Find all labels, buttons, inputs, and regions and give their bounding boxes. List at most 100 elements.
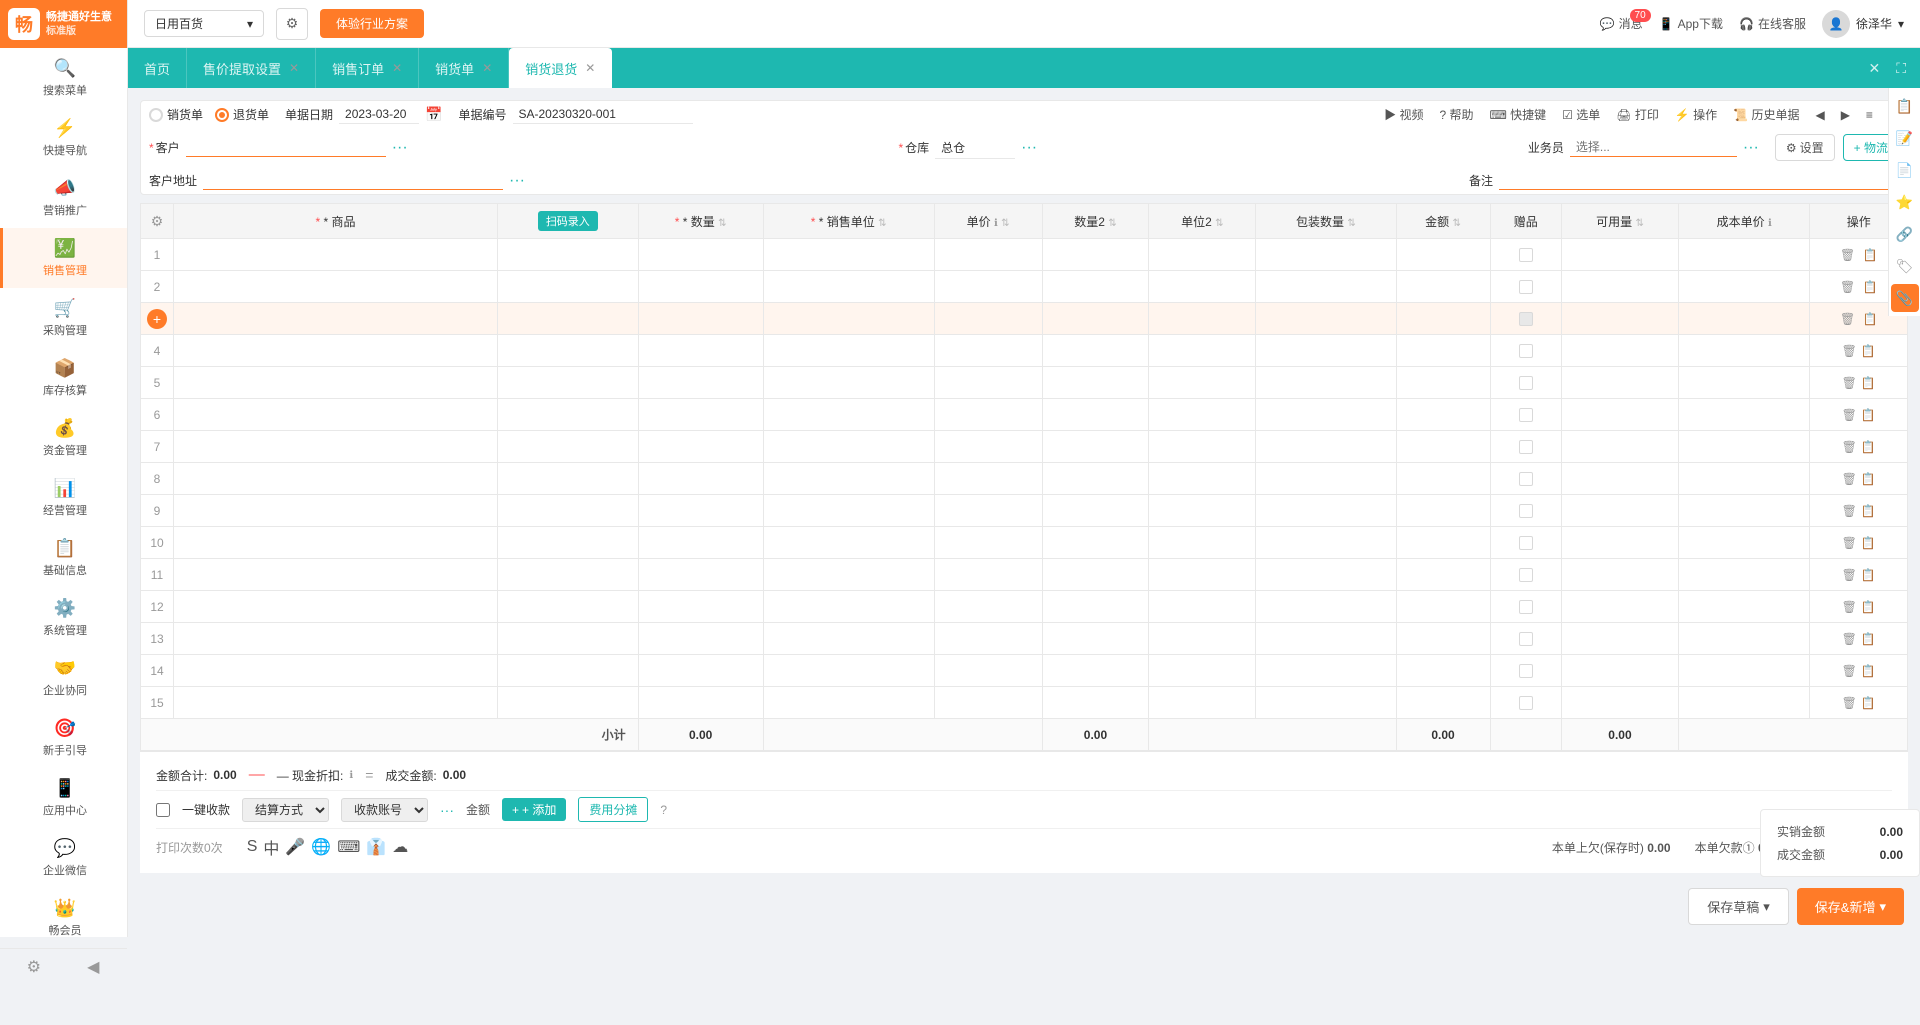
unit-cell[interactable] <box>763 303 934 335</box>
copy-btn[interactable]: 📋 <box>1861 632 1876 646</box>
sort-icon[interactable]: ⇅ <box>1635 218 1643 229</box>
tool3-icon[interactable]: 🌐 <box>311 837 331 857</box>
copy-btn[interactable]: 📋 <box>1861 664 1876 678</box>
staff-input[interactable] <box>1570 138 1737 157</box>
gift-checkbox[interactable] <box>1519 408 1533 422</box>
gift-checkbox[interactable] <box>1519 312 1533 326</box>
delete-btn[interactable]: 🗑 <box>1840 248 1855 262</box>
tool6-icon[interactable]: ☁ <box>392 837 408 857</box>
remark-input[interactable] <box>1499 171 1899 190</box>
col-gear[interactable]: ⚙ <box>141 204 174 239</box>
account-select-btn[interactable]: ··· <box>440 802 454 818</box>
fullscreen-btn[interactable]: ⛶ <box>1890 58 1912 79</box>
select-btn[interactable]: ☑ 选单 <box>1562 106 1600 123</box>
tab-home[interactable]: 首页 <box>128 48 187 88</box>
gift-checkbox[interactable] <box>1519 536 1533 550</box>
copy-btn[interactable]: 📋 <box>1863 280 1878 294</box>
next-btn[interactable]: ▶ <box>1841 108 1850 122</box>
qty2-cell[interactable] <box>1042 239 1149 271</box>
gift-checkbox[interactable] <box>1519 376 1533 390</box>
sidebar-item-search[interactable]: 🔍 搜索菜单 <box>0 48 127 108</box>
customer-select-btn[interactable]: ··· <box>392 139 408 157</box>
prev-btn[interactable]: ◀ <box>1815 108 1824 122</box>
tab-sales-return[interactable]: 销货退货 ✕ <box>509 48 612 88</box>
price-cell[interactable] <box>934 271 1042 303</box>
copy-btn[interactable]: 📋 <box>1863 248 1878 262</box>
unit2-cell[interactable] <box>1149 303 1256 335</box>
save-draft-btn[interactable]: 保存草稿 ▾ <box>1688 888 1789 925</box>
right-icon-3[interactable]: 📄 <box>1891 156 1919 184</box>
gift-checkbox[interactable] <box>1519 344 1533 358</box>
gift-checkbox[interactable] <box>1519 664 1533 678</box>
sidebar-item-system[interactable]: ⚙️ 系统管理 <box>0 588 127 648</box>
gift-checkbox[interactable] <box>1519 472 1533 486</box>
delete-btn[interactable]: 🗑 <box>1842 632 1857 646</box>
unit2-cell[interactable] <box>1149 239 1256 271</box>
delete-btn[interactable]: 🗑 <box>1842 664 1857 678</box>
product-cell[interactable] <box>174 239 498 271</box>
product-cell[interactable] <box>174 303 498 335</box>
tab-close-icon[interactable]: ✕ <box>392 61 402 75</box>
save-new-btn[interactable]: 保存&新增 ▾ <box>1797 888 1904 925</box>
tool1-icon[interactable]: 中 <box>263 835 279 859</box>
gift-cell[interactable] <box>1490 239 1561 271</box>
copy-btn[interactable]: 📋 <box>1861 408 1876 422</box>
scan-btn[interactable]: 扫码录入 <box>538 211 598 231</box>
copy-btn[interactable]: 📋 <box>1861 472 1876 486</box>
col-scan[interactable]: 扫码录入 <box>497 204 638 239</box>
address-select-btn[interactable]: ··· <box>509 172 525 190</box>
delete-btn[interactable]: 🗑 <box>1840 280 1855 294</box>
qty2-cell[interactable] <box>1042 271 1149 303</box>
sort-icon[interactable]: ⇅ <box>878 218 886 229</box>
right-icon-7[interactable]: 📎 <box>1891 284 1919 312</box>
header-gear-btn[interactable]: ⚙ <box>276 8 308 40</box>
sidebar-item-inventory[interactable]: 📦 库存核算 <box>0 348 127 408</box>
delete-btn[interactable]: 🗑 <box>1842 504 1857 518</box>
sort-icon[interactable]: ⇅ <box>1108 218 1116 229</box>
tool2-icon[interactable]: 🎤 <box>285 837 305 857</box>
pack-cell[interactable] <box>1256 271 1396 303</box>
right-icon-6[interactable]: 🏷 <box>1891 252 1919 280</box>
tab-price-settings[interactable]: 售价提取设置 ✕ <box>187 48 316 88</box>
sidebar-item-wechat[interactable]: 💬 企业微信 <box>0 828 127 888</box>
copy-btn[interactable]: 📋 <box>1861 600 1876 614</box>
unit-cell[interactable] <box>763 271 934 303</box>
trial-btn[interactable]: 体验行业方案 <box>320 9 424 38</box>
tab-sales-order[interactable]: 销售订单 ✕ <box>316 48 419 88</box>
sougou-icon[interactable]: S <box>247 838 258 856</box>
copy-btn[interactable]: 📋 <box>1861 376 1876 390</box>
settings-btn[interactable]: ⚙ 设置 <box>1775 134 1835 161</box>
delete-btn[interactable]: 🗑 <box>1842 376 1857 390</box>
video-btn[interactable]: ▶ 视频 <box>1384 106 1423 123</box>
calendar-icon[interactable]: 📅 <box>425 106 442 123</box>
product-input[interactable] <box>174 308 497 330</box>
tab-close-icon[interactable]: ✕ <box>482 61 492 75</box>
qty-cell[interactable] <box>638 271 763 303</box>
amount-cell[interactable] <box>1396 239 1490 271</box>
gift-checkbox[interactable] <box>1519 248 1533 262</box>
gift-checkbox[interactable] <box>1519 568 1533 582</box>
address-input[interactable] <box>203 171 503 190</box>
online-service-btn[interactable]: 🎧 在线客服 <box>1739 15 1806 32</box>
amount-cell[interactable] <box>1396 303 1490 335</box>
sidebar-item-basic[interactable]: 📋 基础信息 <box>0 528 127 588</box>
sidebar-item-marketing[interactable]: 📣 营销推广 <box>0 168 127 228</box>
tab-close-icon[interactable]: ✕ <box>585 61 595 75</box>
copy-btn[interactable]: 📋 <box>1861 440 1876 454</box>
list-view-btn[interactable]: ≡ <box>1866 108 1873 122</box>
tab-close-icon[interactable]: ✕ <box>289 61 299 75</box>
gift-checkbox[interactable] <box>1519 632 1533 646</box>
qty-cell[interactable] <box>638 303 763 335</box>
one-click-checkbox[interactable] <box>156 803 170 817</box>
delete-btn[interactable]: 🗑 <box>1842 696 1857 710</box>
price-cell[interactable] <box>934 239 1042 271</box>
copy-btn[interactable]: 📋 <box>1861 536 1876 550</box>
staff-select-btn[interactable]: ··· <box>1743 139 1759 157</box>
gift-checkbox[interactable] <box>1519 280 1533 294</box>
user-menu[interactable]: 👤 徐泽华 ▾ <box>1822 10 1904 38</box>
sidebar-item-appstore[interactable]: 📱 应用中心 <box>0 768 127 828</box>
add-row-btn[interactable]: + <box>147 309 167 329</box>
delete-btn[interactable]: 🗑 <box>1842 472 1857 486</box>
gift-cell[interactable] <box>1490 271 1561 303</box>
warehouse-select-btn[interactable]: ··· <box>1021 139 1037 157</box>
